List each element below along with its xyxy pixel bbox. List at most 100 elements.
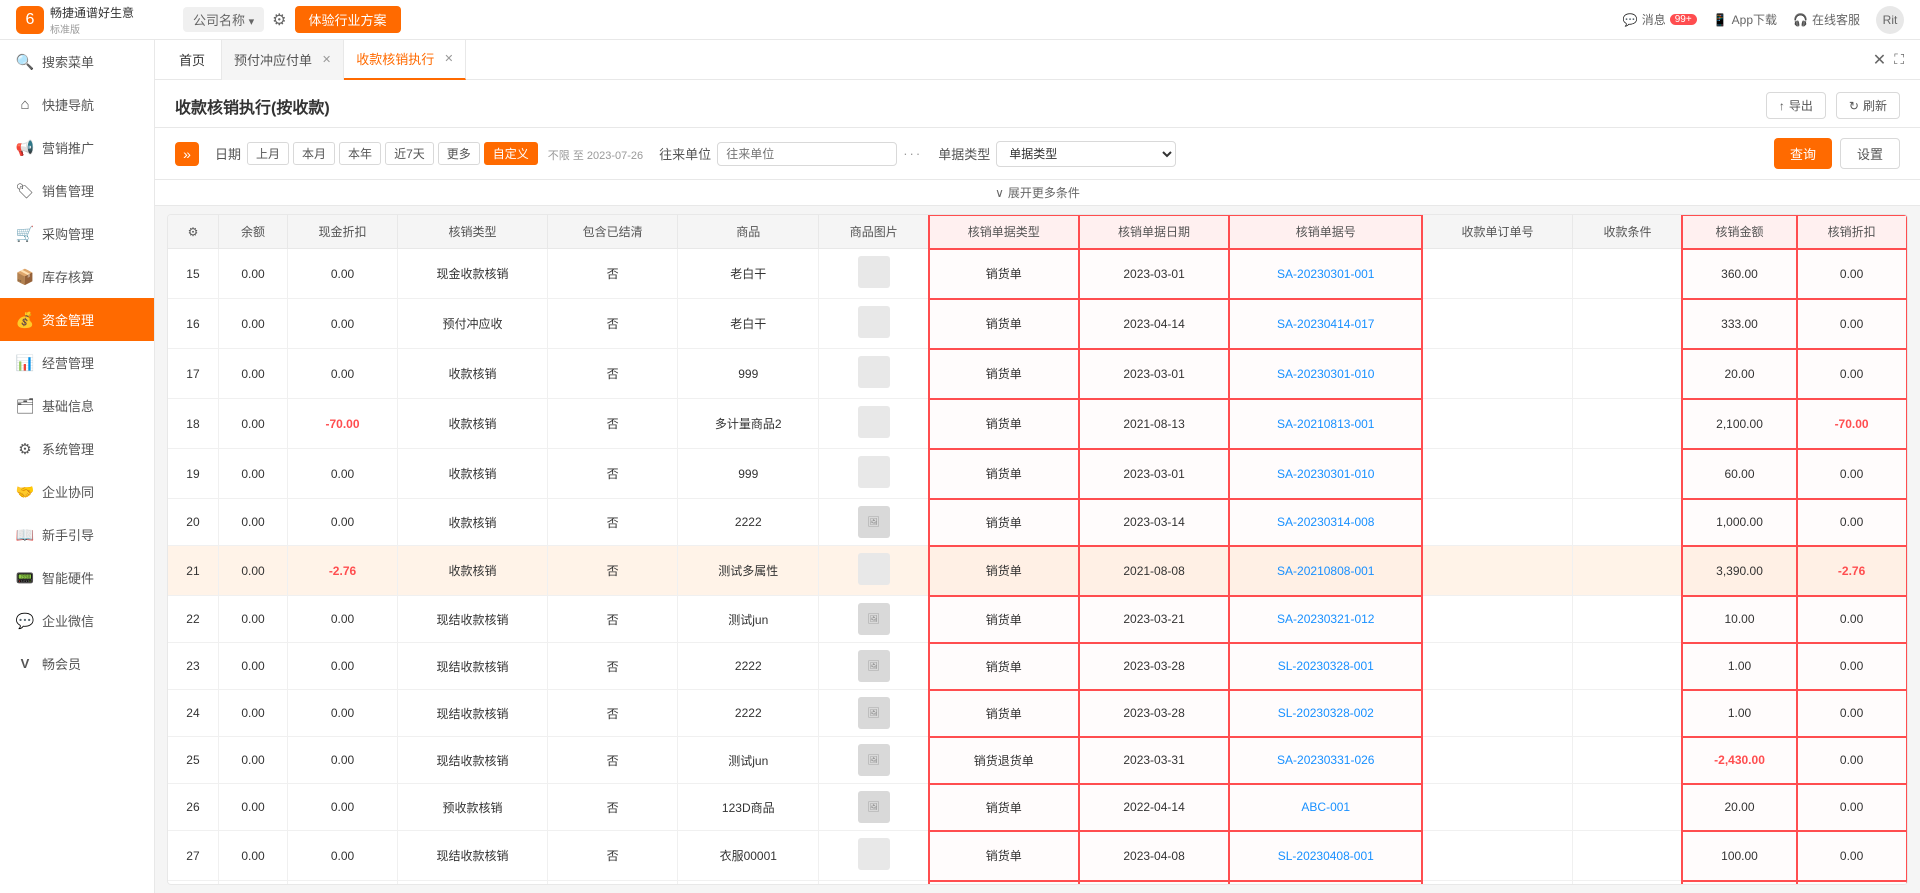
col-header-product-img: 商品图片 [819,215,929,249]
cancel-bill-link[interactable]: SA-20230314-008 [1277,515,1374,529]
cell-cancel-discount: 0.00 [1797,831,1907,881]
cell-product-img [819,299,929,349]
billtype-select[interactable]: 单据类型 [996,141,1176,167]
product-thumbnail: 🖼 [858,697,890,729]
sidebar-item-smarthw[interactable]: 📟 智能硬件 [0,556,154,599]
cell-cancel-type: 预付冲应收 [397,299,547,349]
cell-balance: 0.00 [218,249,287,299]
industry-btn[interactable]: 体验行业方案 [295,6,401,33]
sidebar-item-marketing[interactable]: 📢 营销推广 [0,126,154,169]
cell-cancel-bill-type: 销货退货单 [929,737,1079,784]
cell-product-img: 🖼 [819,596,929,643]
cell-cash-discount: -70.00 [288,399,398,449]
cancel-bill-link[interactable]: SA-20230331-026 [1277,753,1374,767]
cell-cancel-amount: 2,100.00 [1682,399,1796,449]
purchase-icon: 🛒 [16,225,34,243]
refresh-btn[interactable]: ↻ 刷新 [1836,92,1900,119]
tab-home[interactable]: 首页 [163,40,222,80]
sidebar-item-wechat[interactable]: 💬 企业微信 [0,599,154,642]
sidebar-item-quicknav[interactable]: ⌂ 快捷导航 [0,83,154,126]
date-btn-lastmonth[interactable]: 上月 [247,142,289,165]
query-btn[interactable]: 查询 [1774,138,1832,169]
cancel-bill-link[interactable]: SA-20210808-001 [1277,564,1374,578]
date-btn-7days[interactable]: 近7天 [385,142,434,165]
cell-cash-discount: 0.00 [288,737,398,784]
sidebar-item-guide[interactable]: 📖 新手引导 [0,513,154,556]
cancel-bill-link[interactable]: SA-20230301-010 [1277,367,1374,381]
cell-product-img: 🖼 [819,784,929,831]
sidebar-item-system[interactable]: ⚙ 系统管理 [0,427,154,470]
cancel-bill-link[interactable]: SL-20230328-002 [1278,706,1374,720]
cell-product-img [819,546,929,596]
date-btn-more[interactable]: 更多 [438,142,480,165]
expand-more-btn[interactable]: ∨ 展开更多条件 [995,184,1080,201]
cancel-bill-link[interactable]: SL-20230408-001 [1278,849,1374,863]
cancel-bill-link[interactable]: SA-20230301-010 [1277,467,1374,481]
date-btn-thisyear[interactable]: 本年 [339,142,381,165]
app-download-btn[interactable]: 📱 App下载 [1713,11,1777,28]
cell-cancel-discount: 0.00 [1797,690,1907,737]
sidebar-label-member: 畅会员 [42,654,81,673]
product-thumbnail [858,406,890,438]
cancel-bill-link[interactable]: SA-20230301-001 [1277,267,1374,281]
sidebar-item-enterprise[interactable]: 🤝 企业协同 [0,470,154,513]
table-header-row: ⚙ 余额 现金折扣 核销类型 包含已结清 商品 商品图片 核销单据类型 核销单据… [168,215,1907,249]
filter-expand-btn[interactable]: » [175,142,199,166]
table-row: 28 0.00 0.00 现结收款核销 否 2222 🖼 销货单 2023-04… [168,881,1907,886]
member-icon: V [16,655,34,673]
date-btn-custom[interactable]: 自定义 [484,142,538,165]
cell-payment-terms [1573,399,1683,449]
cancel-bill-link[interactable]: SA-20230321-012 [1277,612,1374,626]
tab-collection-close[interactable]: ✕ [444,52,453,65]
sidebar-item-sales[interactable]: 🏷 销售管理 [0,169,154,212]
date-btn-thismonth[interactable]: 本月 [293,142,335,165]
cell-cancel-bill-no: SA-20230301-010 [1229,349,1422,399]
table-row: 27 0.00 0.00 现结收款核销 否 衣服00001 销货单 2023-0… [168,831,1907,881]
cell-cash-discount: 0.00 [288,349,398,399]
sidebar-item-business[interactable]: 📊 经营管理 [0,341,154,384]
tab-end-icons: ✕ ⛶ [1865,50,1912,70]
table-area[interactable]: ⚙ 余额 现金折扣 核销类型 包含已结清 商品 商品图片 核销单据类型 核销单据… [167,214,1908,885]
sidebar-item-search[interactable]: 🔍 搜索菜单 [0,40,154,83]
cell-receipt-order-no [1422,831,1572,881]
sidebar-label-search: 搜索菜单 [42,52,94,71]
sidebar-item-finance[interactable]: 💰 资金管理 [0,298,154,341]
message-icon[interactable]: 💬 消息 99+ [1623,11,1697,28]
cancel-bill-link[interactable]: SA-20210813-001 [1277,417,1374,431]
sidebar-item-inventory[interactable]: 📦 库存核算 [0,255,154,298]
export-btn[interactable]: ↑ 导出 [1766,92,1826,119]
tab-prepay[interactable]: 预付冲应付单 ✕ [222,40,344,80]
sidebar-item-basic[interactable]: 🗂 基础信息 [0,384,154,427]
tab-prepay-close[interactable]: ✕ [322,53,331,66]
col-header-settings[interactable]: ⚙ [168,215,218,249]
date-range-display: 不限 至 2023-07-26 [548,147,643,163]
cancel-bill-link[interactable]: SL-20230328-001 [1278,659,1374,673]
cell-product-img [819,399,929,449]
cell-cancel-discount: -70.00 [1797,399,1907,449]
smarthw-icon: 📟 [16,569,34,587]
cancel-bill-link[interactable]: SA-20230414-017 [1277,317,1374,331]
user-avatar[interactable]: Rit [1876,6,1904,34]
settings-btn[interactable]: 设置 [1840,138,1900,169]
unit-input[interactable] [717,142,897,166]
cell-cancel-bill-no: SA-20230301-001 [1229,249,1422,299]
tab-maximize-icon[interactable]: ⛶ [1894,51,1904,68]
cell-payment-terms [1573,299,1683,349]
sidebar-label-inventory: 库存核算 [42,267,94,286]
settings-icon[interactable]: ⚙ [272,10,286,30]
tab-close-all-icon[interactable]: ✕ [1873,50,1886,70]
online-service-btn[interactable]: 🎧 在线客服 [1793,11,1860,28]
cell-cancel-type: 收款核销 [397,499,547,546]
cell-cancel-bill-date: 2023-03-14 [1079,499,1229,546]
export-icon: ↑ [1779,99,1785,113]
product-thumbnail [858,456,890,488]
product-thumbnail: 🖼 [858,744,890,776]
refresh-icon: ↻ [1849,99,1859,113]
company-name[interactable]: 公司名称 ▾ [183,7,264,32]
tab-collection[interactable]: 收款核销执行 ✕ [344,40,466,80]
cancel-bill-link[interactable]: ABC-001 [1301,800,1350,814]
col-header-cancel-bill-no: 核销单据号 [1229,215,1422,249]
sidebar-item-member[interactable]: V 畅会员 [0,642,154,685]
sidebar-item-purchase[interactable]: 🛒 采购管理 [0,212,154,255]
cell-cancel-bill-date: 2023-04-14 [1079,299,1229,349]
